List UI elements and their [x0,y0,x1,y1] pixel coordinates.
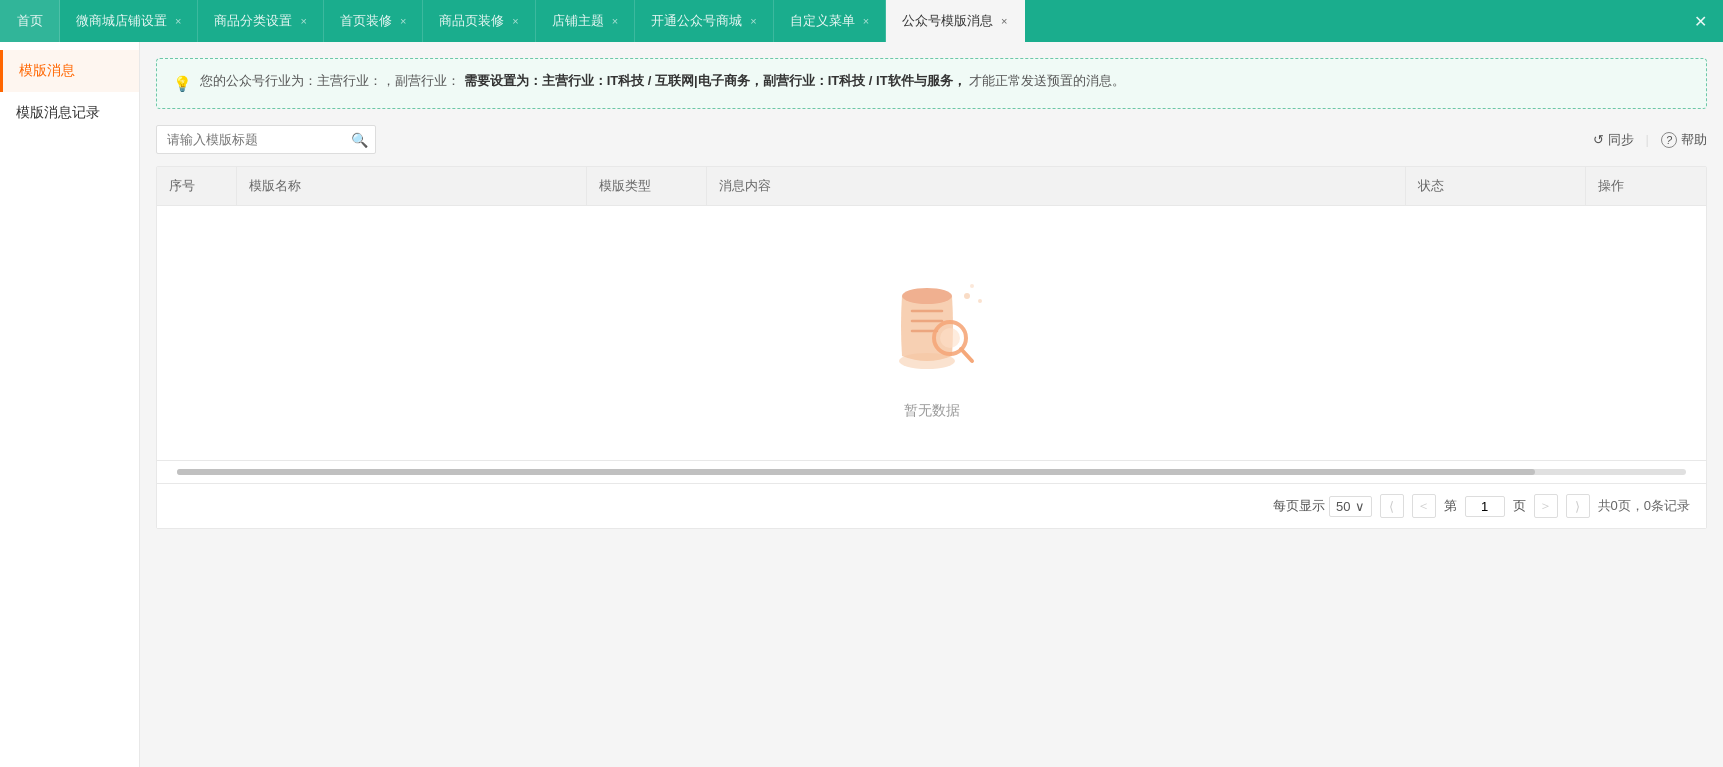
help-button[interactable]: ? 帮助 [1661,131,1707,149]
nav-tab-label: 开通公众号商城 [651,12,742,30]
empty-illustration [872,266,992,386]
nav-tab-label: 商品分类设置 [214,12,292,30]
bulb-icon: 💡 [173,72,192,96]
page-size-select[interactable]: 50 ∨ [1329,496,1371,517]
pagination: 每页显示 50 ∨ ⟨ ＜ 第 页 ＞ [157,483,1706,528]
help-icon: ? [1661,132,1677,148]
sidebar-item-label: 模版消息记录 [16,104,100,120]
notice-banner: 💡 您的公众号行业为：主营行业：，副营行业： 需要设置为：主营行业：IT科技 /… [156,58,1707,109]
last-page-icon: ⟩ [1575,499,1580,514]
notice-text-bold: 需要设置为：主营行业：IT科技 / 互联网|电子商务，副营行业：IT科技 / I… [464,73,966,88]
th-index: 序号 [157,167,237,205]
page-number-input[interactable] [1465,496,1505,517]
sync-button[interactable]: ↺ 同步 [1593,131,1634,149]
svg-point-10 [978,299,982,303]
top-nav: 首页 微商城店铺设置 × 商品分类设置 × 首页装修 × 商品页装修 × 店铺主… [0,0,1723,42]
close-icon[interactable]: × [512,15,518,27]
nav-tab-shop-theme[interactable]: 店铺主题 × [536,0,635,42]
th-status: 状态 [1406,167,1586,205]
nav-tab-custom-menu[interactable]: 自定义菜单 × [774,0,886,42]
svg-point-1 [902,288,952,304]
th-name: 模版名称 [237,167,587,205]
close-icon[interactable]: × [400,15,406,27]
svg-line-7 [961,349,972,361]
last-page-button[interactable]: ⟩ [1566,494,1590,518]
close-icon[interactable]: × [175,15,181,27]
nav-tab-label: 首页装修 [340,12,392,30]
notice-text: 您的公众号行业为：主营行业：，副营行业： 需要设置为：主营行业：IT科技 / 互… [200,71,1125,92]
th-content: 消息内容 [707,167,1406,205]
page-size-value: 50 [1336,499,1350,514]
nav-tab-category-setting[interactable]: 商品分类设置 × [198,0,323,42]
close-all-icon: ✕ [1694,13,1707,30]
nav-tab-label: 商品页装修 [439,12,504,30]
page-label-after: 页 [1513,497,1526,515]
first-page-button[interactable]: ⟨ [1380,494,1404,518]
nav-tab-home-decor[interactable]: 首页装修 × [324,0,423,42]
first-page-icon: ⟨ [1389,499,1394,514]
empty-text: 暂无数据 [904,402,960,420]
sidebar: 模版消息 模版消息记录 [0,42,140,767]
toolbar-divider: | [1646,132,1649,147]
prev-page-icon: ＜ [1417,497,1430,515]
next-page-icon: ＞ [1539,497,1552,515]
nav-tab-template-msg[interactable]: 公众号模版消息 × [886,0,1024,42]
close-icon[interactable]: × [863,15,869,27]
nav-tab-label: 店铺主题 [552,12,604,30]
horizontal-scrollbar[interactable] [177,469,1686,475]
horizontal-scrollbar-wrap [157,460,1706,483]
next-page-button[interactable]: ＞ [1534,494,1558,518]
nav-tab-label: 自定义菜单 [790,12,855,30]
page-label-before: 第 [1444,497,1457,515]
th-type: 模版类型 [587,167,707,205]
nav-tab-product-decor[interactable]: 商品页装修 × [423,0,535,42]
notice-text-before: 您的公众号行业为：主营行业：，副营行业： [200,73,460,88]
notice-text-after: 才能正常发送预置的消息。 [969,73,1125,88]
sidebar-item-template-msg-record[interactable]: 模版消息记录 [0,92,139,134]
svg-point-6 [940,328,960,348]
empty-state: 暂无数据 [157,206,1706,460]
scrollbar-thumb [177,469,1535,475]
close-all-button[interactable]: ✕ [1678,12,1723,31]
page-size-wrap: 每页显示 50 ∨ [1273,496,1371,517]
nav-tab-label: 首页 [17,12,43,30]
prev-page-button[interactable]: ＜ [1412,494,1436,518]
search-icon[interactable]: 🔍 [351,132,368,148]
table-header: 序号 模版名称 模版类型 消息内容 状态 操作 [157,167,1706,206]
svg-point-9 [970,284,974,288]
search-bar: 🔍 ↺ 同步 | ? 帮助 [156,125,1707,154]
close-icon[interactable]: × [750,15,756,27]
sync-icon: ↺ [1593,132,1604,147]
data-table: 序号 模版名称 模版类型 消息内容 状态 操作 [156,166,1707,529]
nav-tab-open-mall[interactable]: 开通公众号商城 × [635,0,773,42]
nav-tab-label: 微商城店铺设置 [76,12,167,30]
nav-tab-label: 公众号模版消息 [902,12,993,30]
total-info: 共0页，0条记录 [1598,497,1690,515]
page-size-label: 每页显示 [1273,497,1325,515]
close-icon[interactable]: × [1001,15,1007,27]
content-area: 💡 您的公众号行业为：主营行业：，副营行业： 需要设置为：主营行业：IT科技 /… [140,42,1723,767]
nav-tab-shop-setting[interactable]: 微商城店铺设置 × [60,0,198,42]
toolbar-right: ↺ 同步 | ? 帮助 [1593,131,1707,149]
th-action: 操作 [1586,167,1706,205]
svg-point-8 [964,293,970,299]
help-label: 帮助 [1681,131,1707,149]
close-icon[interactable]: × [612,15,618,27]
search-input-wrap: 🔍 [156,125,376,154]
nav-tab-home[interactable]: 首页 [0,0,60,42]
search-input[interactable] [156,125,376,154]
sidebar-item-template-msg[interactable]: 模版消息 [0,50,139,92]
close-icon[interactable]: × [300,15,306,27]
sidebar-item-label: 模版消息 [19,62,75,78]
chevron-down-icon: ∨ [1355,499,1365,514]
main-layout: 模版消息 模版消息记录 💡 您的公众号行业为：主营行业：，副营行业： 需要设置为… [0,42,1723,767]
sync-label: 同步 [1608,131,1634,149]
